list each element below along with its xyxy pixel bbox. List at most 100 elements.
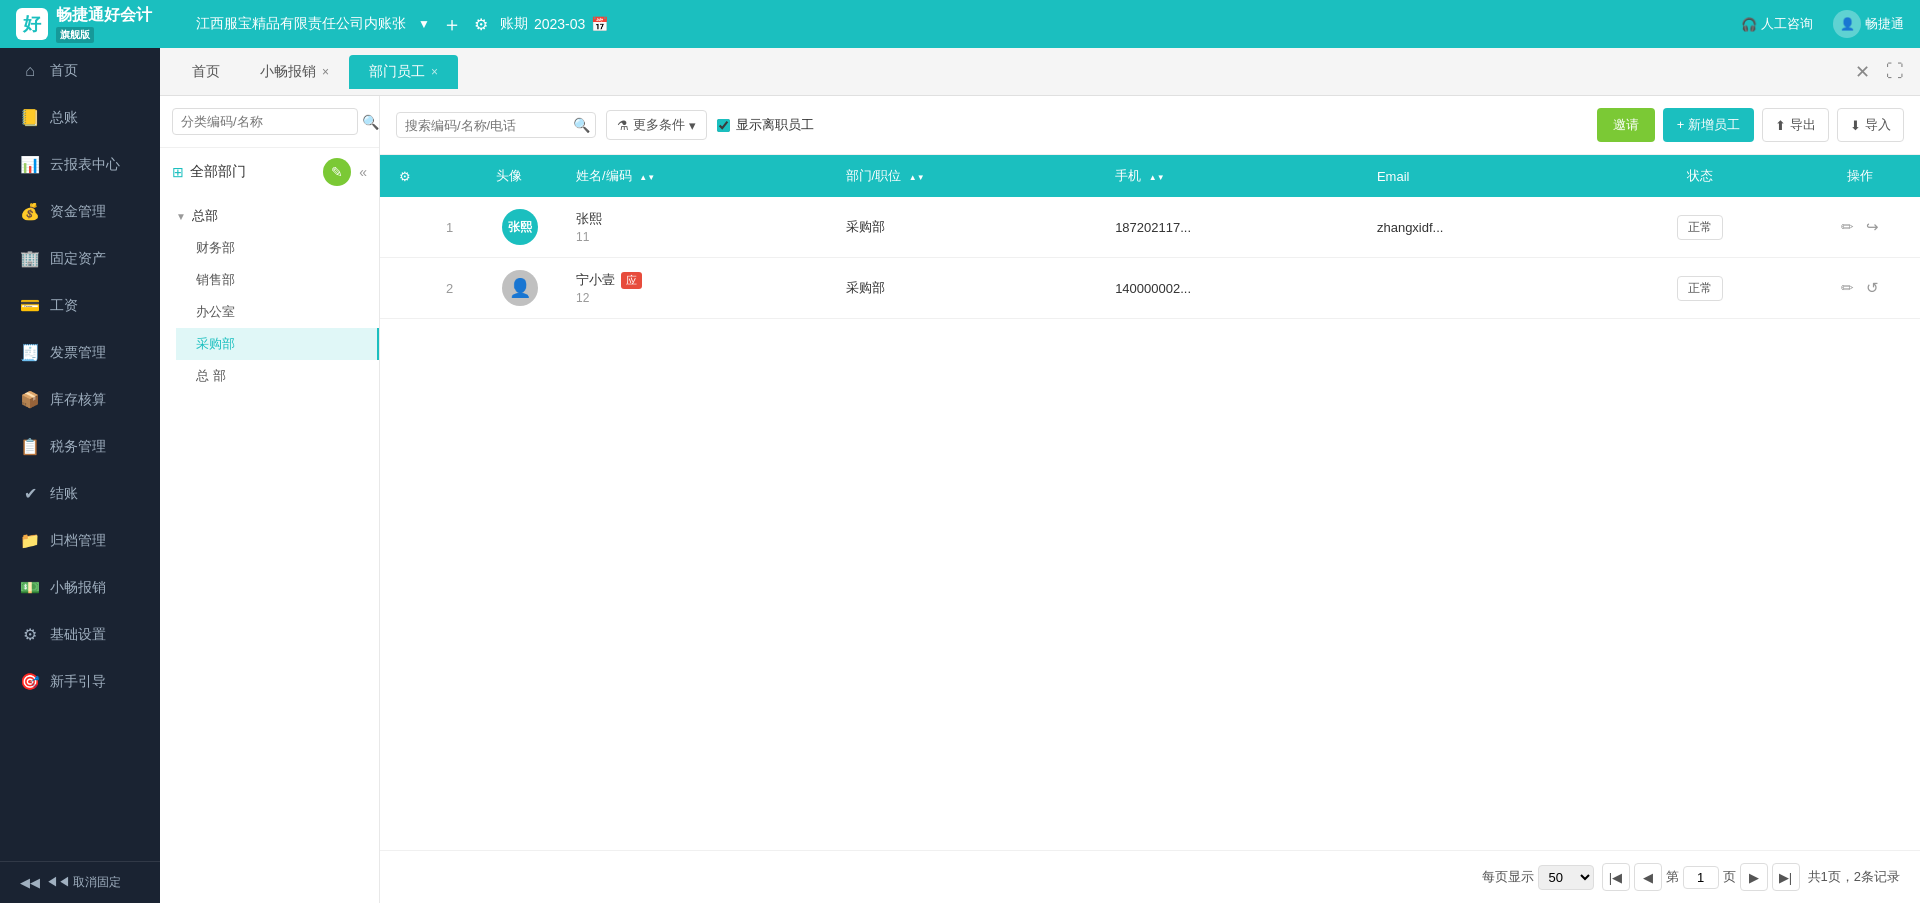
sidebar-label: 基础设置 xyxy=(50,626,106,644)
th-settings[interactable]: ⚙ xyxy=(380,155,430,197)
dept-search-icon[interactable]: 🔍 xyxy=(362,114,379,130)
sidebar-item-salary[interactable]: 💳 工资 xyxy=(0,282,160,329)
content-area: 首页 小畅报销 × 部门员工 × ✕ ⛶ 🔍 xyxy=(160,48,1920,903)
sidebar-item-tax[interactable]: 📋 税务管理 xyxy=(0,423,160,470)
archive-icon: 📁 xyxy=(20,531,40,550)
cancel-fixed-button[interactable]: ◀◀ ◀◀ 取消固定 xyxy=(0,861,160,903)
sort-dept-icon: ▲▼ xyxy=(909,173,925,182)
th-phone[interactable]: 手机 ▲▼ xyxy=(1099,155,1361,197)
guide-icon: 🎯 xyxy=(20,672,40,691)
calendar-icon[interactable]: 📅 xyxy=(591,16,608,32)
all-dept-label: ⊞ 全部部门 xyxy=(172,163,246,181)
sidebar-item-inventory[interactable]: 📦 库存核算 xyxy=(0,376,160,423)
tree-child-general[interactable]: 总 部 xyxy=(176,360,379,392)
tree-child-finance[interactable]: 财务部 xyxy=(176,232,379,264)
export-button[interactable]: ⬆ 导出 xyxy=(1762,108,1829,142)
pagination-bar: 每页显示 50 10 20 100 |◀ ◀ 第 页 xyxy=(380,850,1920,903)
expand-icon: ▼ xyxy=(176,211,186,222)
page-nav: |◀ ◀ 第 页 ▶ ▶| xyxy=(1602,863,1800,891)
sidebar-label: 首页 xyxy=(50,62,78,80)
cancel-fixed-icon: ◀◀ xyxy=(20,875,40,890)
sidebar-item-archive[interactable]: 📁 归档管理 xyxy=(0,517,160,564)
sidebar-item-guide[interactable]: 🎯 新手引导 xyxy=(0,658,160,705)
app-name: 畅捷通好会计 xyxy=(56,5,152,24)
sidebar-item-invoice[interactable]: 🧾 发票管理 xyxy=(0,329,160,376)
first-page-button[interactable]: |◀ xyxy=(1602,863,1630,891)
last-page-button[interactable]: ▶| xyxy=(1772,863,1800,891)
app-version: 旗舰版 xyxy=(56,27,94,43)
tab-dept[interactable]: 部门员工 × xyxy=(349,55,458,89)
add-account-button[interactable]: ＋ xyxy=(442,11,462,38)
settings-icon[interactable]: ⚙ xyxy=(474,15,488,34)
show-resigned-checkbox[interactable] xyxy=(717,119,730,132)
sidebar-label: 工资 xyxy=(50,297,78,315)
employee-search-input[interactable] xyxy=(405,118,573,133)
sidebar: ⌂ 首页 📒 总账 📊 云报表中心 💰 资金管理 🏢 固定资产 💳 工资 🧾 发… xyxy=(0,48,160,903)
row-phone: 140000002... xyxy=(1099,258,1361,319)
sidebar-label: 税务管理 xyxy=(50,438,106,456)
add-employee-button[interactable]: + 新增员工 xyxy=(1663,108,1754,142)
edit-icon[interactable]: ✏ xyxy=(1841,218,1854,236)
show-resigned-label[interactable]: 显示离职员工 xyxy=(717,116,814,134)
table-row: 2👤宁小壹应12采购部140000002...正常✏↺ xyxy=(380,258,1920,319)
tab-expand-btn[interactable]: ⛶ xyxy=(1882,57,1908,86)
tab-expense-close[interactable]: × xyxy=(322,65,329,79)
topbar-center: 江西服宝精品有限责任公司内账张 ▼ ＋ ⚙ 账期 2023-03 📅 xyxy=(176,11,1741,38)
sidebar-item-ledger[interactable]: 📒 总账 xyxy=(0,94,160,141)
filter-button[interactable]: ⚗ 更多条件 ▾ xyxy=(606,110,707,140)
toolbar: 🔍 ⚗ 更多条件 ▾ 显示离职员工 邀请 + 新增员工 xyxy=(380,96,1920,155)
tab-home[interactable]: 首页 xyxy=(172,55,240,89)
sidebar-item-checkout[interactable]: ✔ 结账 xyxy=(0,470,160,517)
invite-button[interactable]: 邀请 xyxy=(1597,108,1655,142)
tab-close-btn[interactable]: ✕ xyxy=(1851,57,1874,87)
per-page-dropdown[interactable]: 50 10 20 100 xyxy=(1538,865,1594,890)
logout-icon[interactable]: ↪ xyxy=(1866,218,1879,236)
dept-header: ⊞ 全部部门 ✎ « xyxy=(160,148,379,196)
page-content: 🔍 ⊞ 全部部门 ✎ « ▼ 总部 xyxy=(160,96,1920,903)
tree-node-hq: ▼ 总部 财务部 销售部 办公室 采购部 总 部 xyxy=(160,200,379,392)
dept-edit-icon[interactable]: ✎ xyxy=(323,158,351,186)
sidebar-label: 结账 xyxy=(50,485,78,503)
collapse-icon[interactable]: « xyxy=(359,164,367,180)
delete-icon[interactable]: ↺ xyxy=(1866,279,1879,297)
sidebar-label: 总账 xyxy=(50,109,78,127)
next-page-button[interactable]: ▶ xyxy=(1740,863,1768,891)
employee-panel: 🔍 ⚗ 更多条件 ▾ 显示离职员工 邀请 + 新增员工 xyxy=(380,96,1920,903)
page-number-input[interactable] xyxy=(1683,866,1719,889)
sidebar-label: 固定资产 xyxy=(50,250,106,268)
th-dept[interactable]: 部门/职位 ▲▼ xyxy=(830,155,1100,197)
row-status: 正常 xyxy=(1600,258,1800,319)
sidebar-item-reports[interactable]: 📊 云报表中心 xyxy=(0,141,160,188)
sidebar-item-assets[interactable]: 🏢 固定资产 xyxy=(0,235,160,282)
company-dropdown-icon[interactable]: ▼ xyxy=(418,17,430,31)
prev-page-button[interactable]: ◀ xyxy=(1634,863,1662,891)
sidebar-item-expense[interactable]: 💵 小畅报销 xyxy=(0,564,160,611)
edit-icon[interactable]: ✏ xyxy=(1841,279,1854,297)
tree-child-purchase[interactable]: 采购部 xyxy=(176,328,379,360)
tree-node-hq-label[interactable]: ▼ 总部 xyxy=(160,200,379,232)
row-avatar: 👤 xyxy=(480,258,560,319)
sidebar-item-settings[interactable]: ⚙ 基础设置 xyxy=(0,611,160,658)
row-actions: ✏↺ xyxy=(1800,258,1920,319)
sidebar-label: 发票管理 xyxy=(50,344,106,362)
sidebar-item-home[interactable]: ⌂ 首页 xyxy=(0,48,160,94)
tax-icon: 📋 xyxy=(20,437,40,456)
import-button[interactable]: ⬇ 导入 xyxy=(1837,108,1904,142)
row-phone: 187202117... xyxy=(1099,197,1361,258)
ledger-icon: 📒 xyxy=(20,108,40,127)
funds-icon: 💰 xyxy=(20,202,40,221)
tree-child-office[interactable]: 办公室 xyxy=(176,296,379,328)
employee-search-icon[interactable]: 🔍 xyxy=(573,117,590,133)
dept-search-input[interactable] xyxy=(172,108,358,135)
user-menu[interactable]: 👤 畅捷通 xyxy=(1833,10,1904,38)
tree-child-sales[interactable]: 销售部 xyxy=(176,264,379,296)
tab-expense[interactable]: 小畅报销 × xyxy=(240,55,349,89)
tab-dept-close[interactable]: × xyxy=(431,65,438,79)
home-icon: ⌂ xyxy=(20,62,40,80)
sidebar-item-funds[interactable]: 💰 资金管理 xyxy=(0,188,160,235)
service-button[interactable]: 🎧 人工咨询 xyxy=(1741,15,1813,33)
row-dept: 采购部 xyxy=(830,258,1100,319)
th-name-code[interactable]: 姓名/编码 ▲▼ xyxy=(560,155,830,197)
company-name: 江西服宝精品有限责任公司内账张 xyxy=(196,15,406,33)
tab-bar: 首页 小畅报销 × 部门员工 × ✕ ⛶ xyxy=(160,48,1920,96)
